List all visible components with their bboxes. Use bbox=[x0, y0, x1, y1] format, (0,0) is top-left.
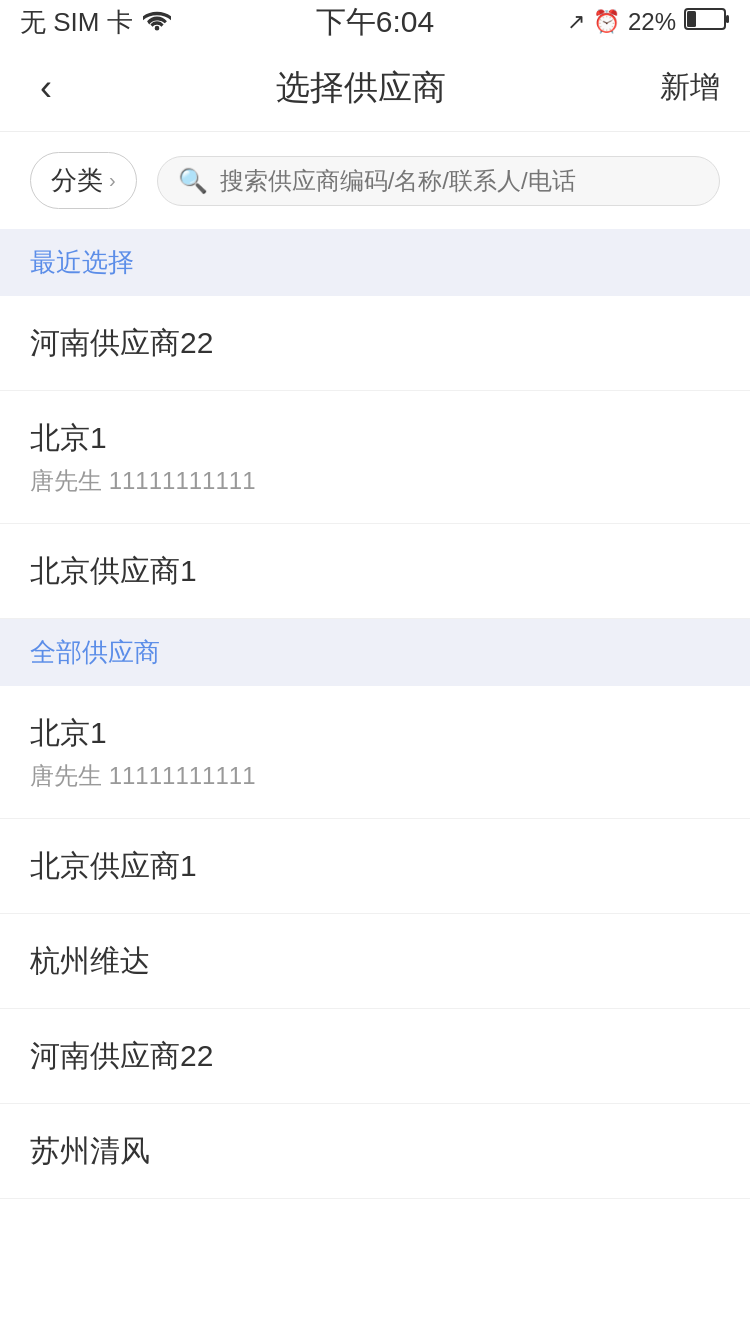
item-name: 北京1 bbox=[30, 712, 720, 754]
item-name: 北京供应商1 bbox=[30, 845, 720, 887]
item-name: 北京供应商1 bbox=[30, 550, 720, 592]
status-bar: 无 SIM 卡 下午6:04 ↗ ⏰ 22% bbox=[0, 0, 750, 44]
recent-section-header: 最近选择 bbox=[0, 229, 750, 296]
status-left: 无 SIM 卡 bbox=[20, 5, 171, 40]
location-icon: ↗ bbox=[567, 9, 585, 35]
item-name: 苏州清风 bbox=[30, 1130, 720, 1172]
list-item[interactable]: 杭州维达 bbox=[0, 914, 750, 1009]
all-list: 北京1 唐先生 11111111111 北京供应商1 杭州维达河南供应商22 苏州清风 bbox=[0, 686, 750, 1199]
page-title: 选择供应商 bbox=[276, 65, 446, 111]
item-sub: 唐先生 11111111111 bbox=[30, 465, 720, 497]
search-box: 🔍 bbox=[157, 156, 720, 206]
alarm-icon: ⏰ bbox=[593, 9, 620, 35]
list-item[interactable]: 北京1 唐先生 11111111111 bbox=[0, 686, 750, 819]
item-name: 杭州维达 bbox=[30, 940, 720, 982]
nav-bar: ‹ 选择供应商 新增 bbox=[0, 44, 750, 132]
item-sub: 唐先生 11111111111 bbox=[30, 760, 720, 792]
add-button[interactable]: 新增 bbox=[660, 67, 720, 108]
svg-rect-2 bbox=[726, 15, 729, 23]
recent-list: 河南供应商22 北京1 唐先生 11111111111 北京供应商1 bbox=[0, 296, 750, 619]
chevron-right-icon: › bbox=[109, 169, 116, 192]
list-item[interactable]: 北京供应商1 bbox=[0, 819, 750, 914]
list-item[interactable]: 北京1 唐先生 11111111111 bbox=[0, 391, 750, 524]
battery-text: 22% bbox=[628, 8, 676, 36]
list-item[interactable]: 北京供应商1 bbox=[0, 524, 750, 619]
category-button[interactable]: 分类 › bbox=[30, 152, 137, 209]
item-name: 北京1 bbox=[30, 417, 720, 459]
all-section-header: 全部供应商 bbox=[0, 619, 750, 686]
svg-rect-1 bbox=[687, 11, 696, 27]
category-label: 分类 bbox=[51, 163, 103, 198]
status-right: ↗ ⏰ 22% bbox=[567, 8, 730, 36]
back-button[interactable]: ‹ bbox=[30, 57, 62, 119]
battery-icon bbox=[684, 8, 730, 36]
wifi-icon bbox=[143, 7, 171, 38]
filter-bar: 分类 › 🔍 bbox=[0, 132, 750, 229]
carrier-text: 无 SIM 卡 bbox=[20, 5, 133, 40]
item-name: 河南供应商22 bbox=[30, 1035, 720, 1077]
list-item[interactable]: 河南供应商22 bbox=[0, 1009, 750, 1104]
item-name: 河南供应商22 bbox=[30, 322, 720, 364]
status-time: 下午6:04 bbox=[316, 2, 434, 43]
list-item[interactable]: 河南供应商22 bbox=[0, 296, 750, 391]
list-item[interactable]: 苏州清风 bbox=[0, 1104, 750, 1199]
search-icon: 🔍 bbox=[178, 167, 208, 195]
search-input[interactable] bbox=[220, 167, 699, 195]
